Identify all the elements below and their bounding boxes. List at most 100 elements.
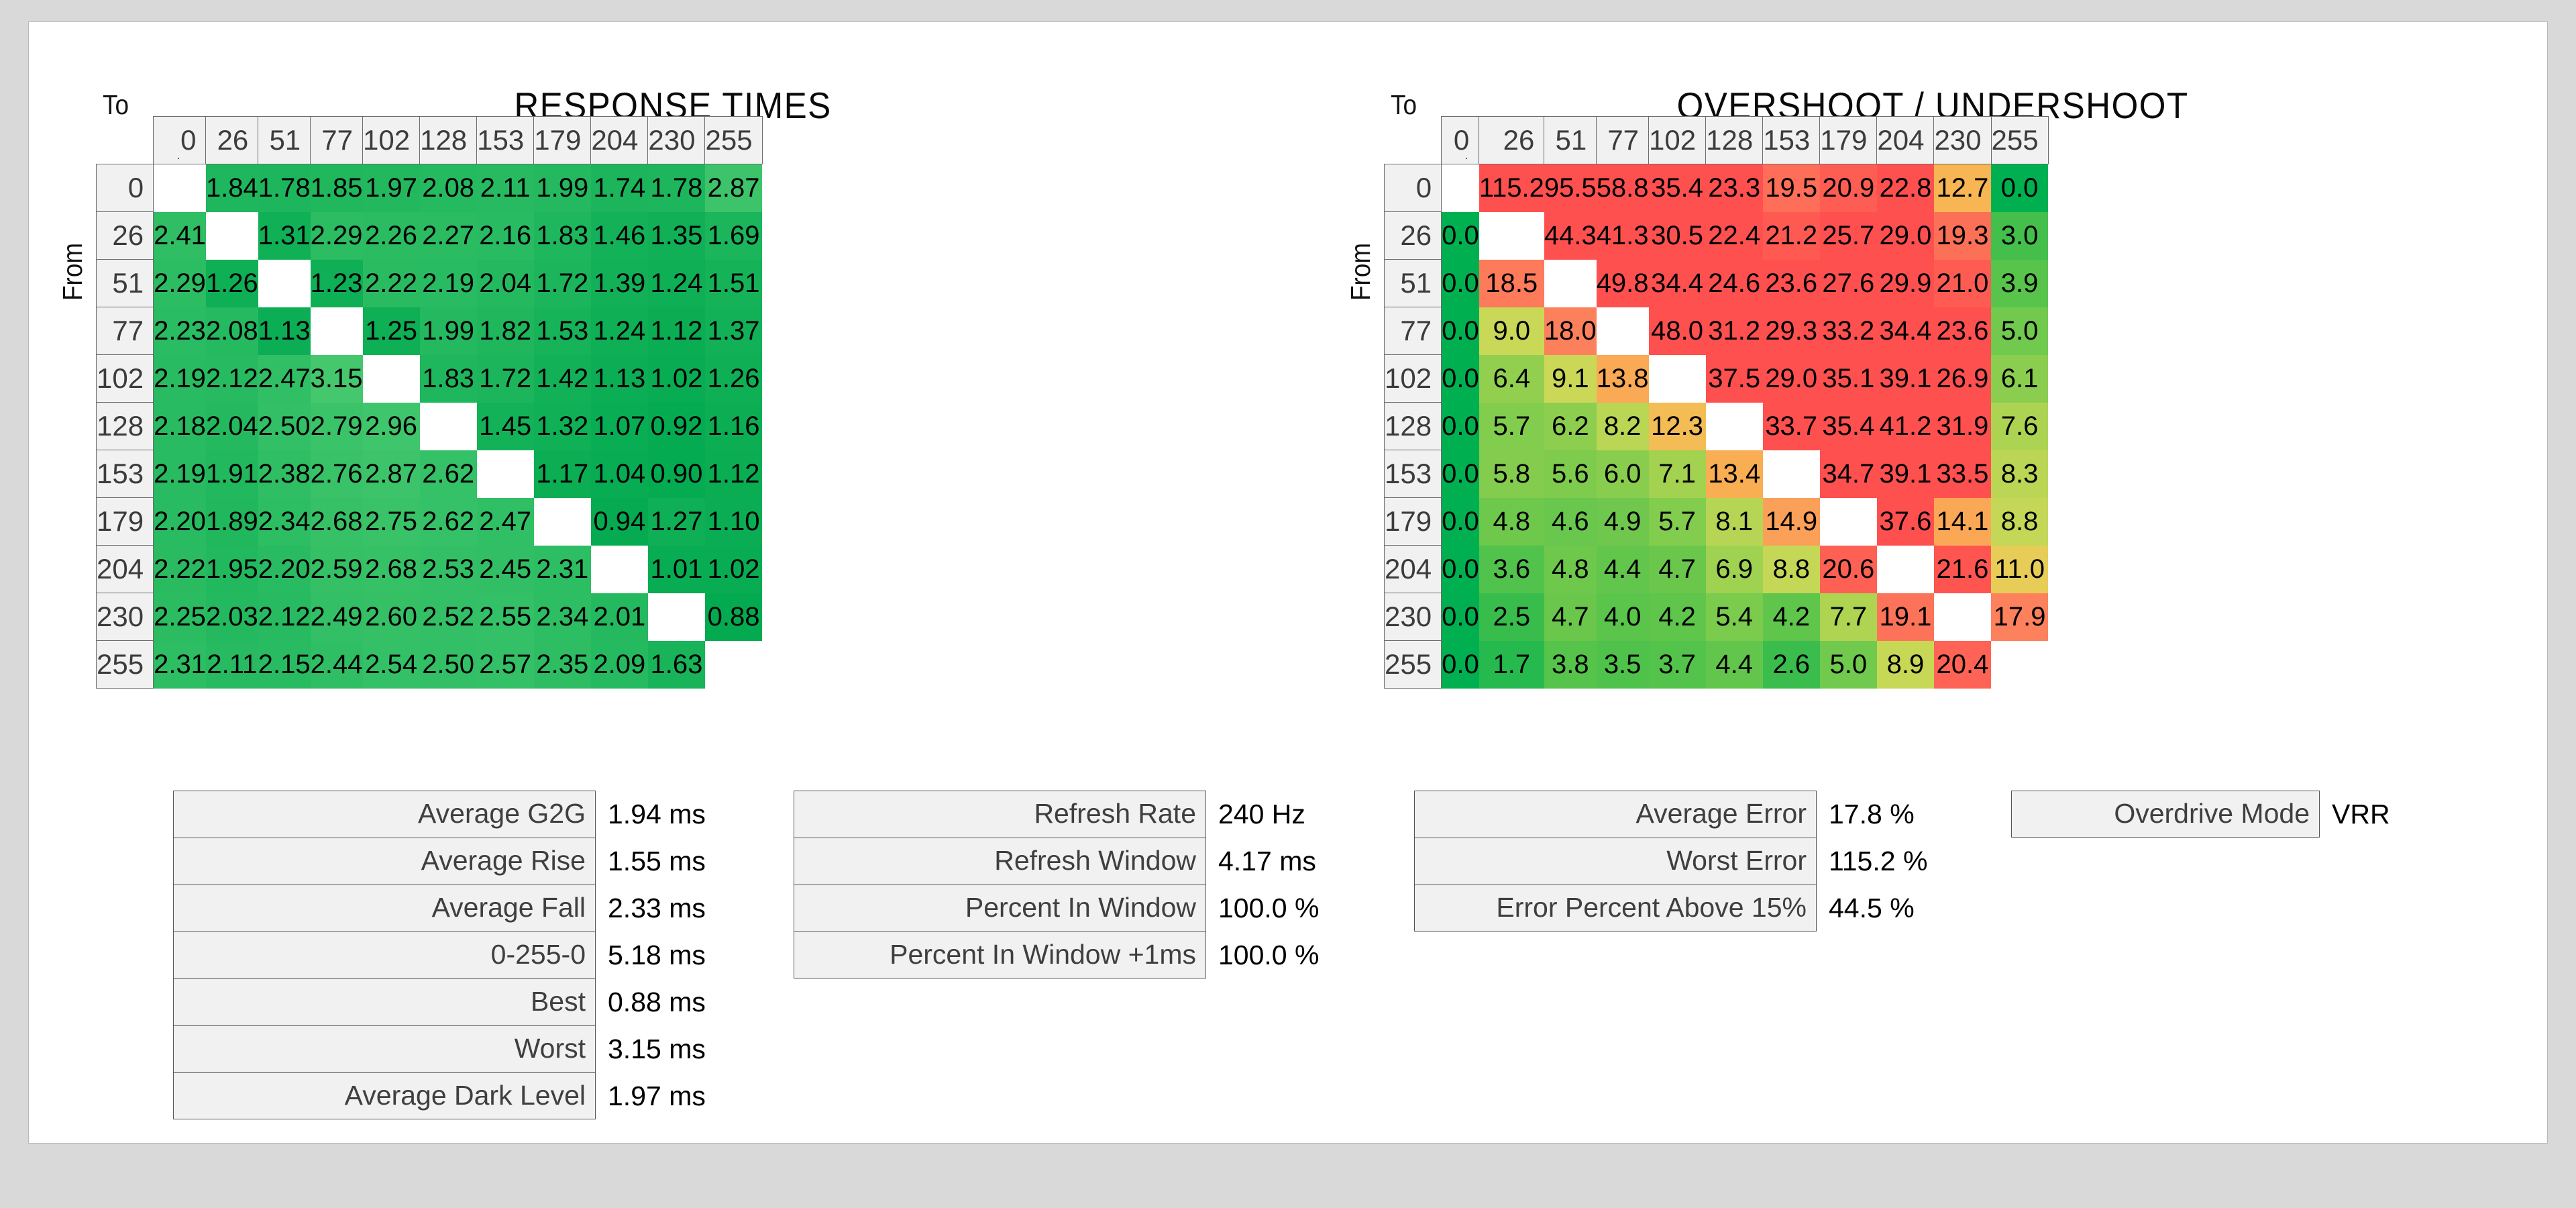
matrix-cell: 2.16 xyxy=(476,211,534,260)
matrix-col-header: 179 xyxy=(533,116,592,164)
matrix-cell: 58.8 xyxy=(1596,164,1649,212)
axis-label-from-left: From xyxy=(57,242,88,301)
matrix-cell xyxy=(1991,640,2049,689)
matrix-col-header: 128 xyxy=(419,116,478,164)
axis-label-from-right: From xyxy=(1345,242,1376,301)
matrix-col-header: 26 xyxy=(1479,116,1545,164)
matrix-cell: 2.09 xyxy=(590,640,648,689)
overshoot-undershoot-panel: OVERSHOOT / UNDERSHOOT To From 0 26 51 77 10… xyxy=(1317,22,2548,1143)
stat-value: 100.0 % xyxy=(1218,892,1320,923)
stat-value: 1.94 ms xyxy=(608,798,706,829)
matrix-cell: 1.82 xyxy=(476,307,534,355)
matrix-cell: 12.7 xyxy=(1933,164,1992,212)
matrix-row-header: 26 xyxy=(1383,211,1442,260)
matrix-cell: 1.63 xyxy=(647,640,705,689)
matrix-cell: 1.24 xyxy=(590,307,648,355)
table-row: 51 2.29 1.26 1.23 2.22 2.19 2.04 1.72 1.39 1.24 1.… xyxy=(95,259,763,307)
matrix-cell: 5.6 xyxy=(1544,450,1597,498)
matrix-cell: 1.83 xyxy=(533,211,591,260)
refresh-stat-row: Percent In Window +1ms 100.0 % xyxy=(794,932,1319,978)
stat-label: Error Percent Above 15% xyxy=(1414,885,1817,932)
matrix-cell: 5.7 xyxy=(1648,497,1706,546)
matrix-cell xyxy=(310,307,363,355)
matrix-cell: 0.0 xyxy=(1441,259,1479,307)
overdrive-mode-stats: Overdrive Mode VRR xyxy=(2011,791,2390,838)
matrix-row-header: 153 xyxy=(1383,450,1442,498)
matrix-cell: 9.1 xyxy=(1544,354,1597,403)
stat-label: Worst Error xyxy=(1414,838,1817,885)
overshoot-summary-stats: Average Error 17.8 % Worst Error 115.2 % Err… xyxy=(1414,791,1927,932)
matrix-cell: 2.20 xyxy=(258,545,311,593)
matrix-cell: 0.0 xyxy=(1441,640,1479,689)
matrix-cell: 1.35 xyxy=(647,211,705,260)
table-row: 255 0.0 1.7 3.8 3.5 3.7 4.4 2.6 5.0 8.9 20.4 xyxy=(1383,640,2049,689)
matrix-cell: 2.11 xyxy=(205,640,258,689)
stat-value: 115.2 % xyxy=(1829,845,1928,876)
matrix-cell: 4.8 xyxy=(1479,497,1544,546)
matrix-cell: 13.8 xyxy=(1596,354,1649,403)
stat-value: 1.97 ms xyxy=(608,1080,706,1111)
matrix-cell: 1.02 xyxy=(647,354,705,403)
matrix-cell: 2.18 xyxy=(153,402,206,450)
matrix-cell: 4.6 xyxy=(1544,497,1597,546)
matrix-cell: 2.12 xyxy=(205,354,258,403)
matrix-cell: 2.03 xyxy=(205,593,258,641)
matrix-cell: 1.84 xyxy=(205,164,258,212)
table-row: 230 2.25 2.03 2.12 2.49 2.60 2.52 2.55 2.34 2.01 0… xyxy=(95,593,763,641)
matrix-cell: 35.4 xyxy=(1648,164,1706,212)
matrix-col-header: 230 xyxy=(1933,116,1992,164)
matrix-cell: 3.0 xyxy=(1991,211,2049,260)
matrix-cell: 1.25 xyxy=(362,307,420,355)
matrix-cell: 1.78 xyxy=(258,164,311,212)
report-card: RESPONSE TIMES To From 0 26 51 77 102 128 153 1… xyxy=(28,21,2548,1144)
matrix-cell: 2.20 xyxy=(153,497,206,546)
matrix-cell: 1.97 xyxy=(362,164,420,212)
matrix-row-header: 128 xyxy=(1383,402,1442,450)
stat-label: Percent In Window xyxy=(794,885,1206,932)
matrix-cell: 1.13 xyxy=(258,307,311,355)
matrix-cell: 2.68 xyxy=(310,497,363,546)
response-stat-row: Best 0.88 ms xyxy=(173,978,706,1025)
matrix-cell: 1.32 xyxy=(533,402,591,450)
matrix-cell: 0.0 xyxy=(1441,354,1479,403)
matrix-cell: 44.3 xyxy=(1544,211,1597,260)
table-row: 230 0.0 2.5 4.7 4.0 4.2 5.4 4.2 7.7 19.1 17.9 xyxy=(1383,593,2049,641)
matrix-cell: 1.83 xyxy=(419,354,477,403)
matrix-cell: 2.47 xyxy=(258,354,311,403)
matrix-cell: 1.01 xyxy=(647,545,705,593)
matrix-cell: 8.9 xyxy=(1876,640,1934,689)
matrix-row-header: 0 xyxy=(95,164,154,212)
matrix-cell: 2.60 xyxy=(362,593,420,641)
matrix-cell: 2.47 xyxy=(476,497,534,546)
matrix-cell: 1.89 xyxy=(205,497,258,546)
matrix-cell: 1.99 xyxy=(533,164,591,212)
matrix-cell: 2.45 xyxy=(476,545,534,593)
matrix-cell: 18.0 xyxy=(1544,307,1597,355)
response-times-panel: RESPONSE TIMES To From 0 26 51 77 102 128 153 1… xyxy=(29,22,1320,1143)
matrix-cell: 2.96 xyxy=(362,402,420,450)
matrix-cell: 2.08 xyxy=(419,164,477,212)
matrix-cell: 1.74 xyxy=(590,164,648,212)
matrix-cell: 8.8 xyxy=(1991,497,2049,546)
stat-value: 44.5 % xyxy=(1829,892,1915,923)
matrix-cell xyxy=(704,640,763,689)
matrix-cell: 14.9 xyxy=(1762,497,1820,546)
response-summary-stats: Average G2G 1.94 ms Average Rise 1.55 ms Ave… xyxy=(173,791,706,1119)
table-row: 0 1.84 1.78 1.85 1.97 2.08 2.11 1.99 1.74 1.78 2.8… xyxy=(95,164,763,212)
matrix-cell: 1.17 xyxy=(533,450,591,498)
response-stat-row: Worst 3.15 ms xyxy=(173,1025,706,1072)
matrix-row-header: 51 xyxy=(1383,259,1442,307)
matrix-cell: 21.0 xyxy=(1933,259,1992,307)
matrix-cell xyxy=(1479,211,1544,260)
matrix-cell: 11.0 xyxy=(1991,545,2049,593)
matrix-cell: 2.5 xyxy=(1479,593,1544,641)
matrix-row-header: 128 xyxy=(95,402,154,450)
matrix-cell: 17.9 xyxy=(1991,593,2049,641)
table-row: 26 0.0 44.3 41.3 30.5 22.4 21.2 25.7 29.0 19.3 3.0 xyxy=(1383,211,2049,260)
matrix-cell: 13.4 xyxy=(1705,450,1763,498)
matrix-col-header: 77 xyxy=(1596,116,1650,164)
matrix-cell: 18.5 xyxy=(1479,259,1544,307)
matrix-cell: 2.19 xyxy=(153,450,206,498)
matrix-cell: 8.8 xyxy=(1762,545,1820,593)
stat-label: 0-255-0 xyxy=(173,932,596,978)
